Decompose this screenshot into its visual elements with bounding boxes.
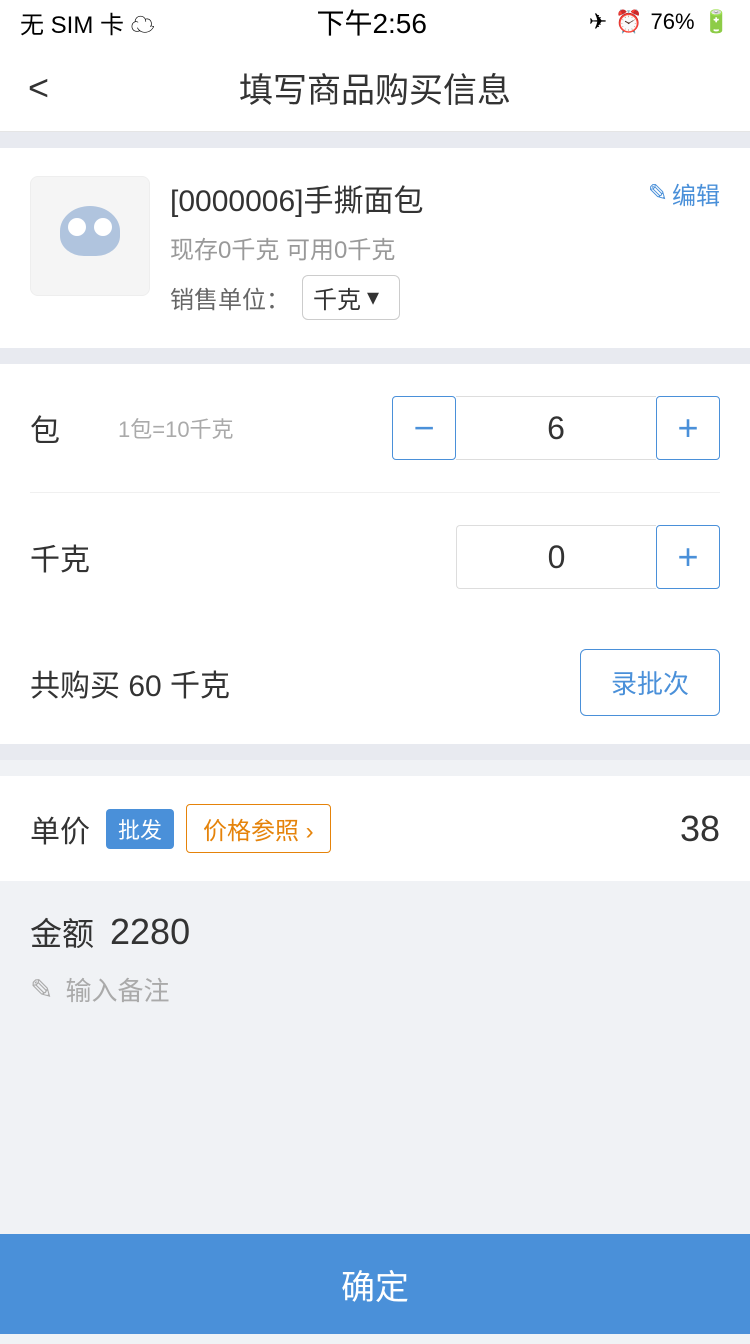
- back-icon: <: [28, 67, 49, 108]
- alarm-icon: ⏰: [615, 9, 642, 35]
- amount-section: 金额 2280 ✎ 输入备注: [0, 881, 750, 1024]
- remark-row[interactable]: ✎ 输入备注: [30, 971, 720, 1008]
- bag-label: 包: [30, 406, 110, 450]
- unit-label: 销售单位：: [170, 280, 290, 315]
- chevron-down-icon: ▾: [367, 283, 379, 312]
- kg-label: 千克: [30, 535, 110, 579]
- product-thumbnail: [30, 176, 150, 296]
- battery-icon: 🔋: [703, 9, 730, 35]
- status-left: 无 SIM 卡 ☁: [20, 5, 155, 40]
- kg-controls: +: [456, 525, 720, 589]
- bag-minus-button[interactable]: −: [392, 396, 456, 460]
- unit-select[interactable]: 千克 ▾: [302, 275, 400, 320]
- remark-placeholder: 输入备注: [65, 971, 169, 1008]
- amount-value: 2280: [110, 911, 190, 953]
- batch-button[interactable]: 录批次: [580, 649, 720, 716]
- product-name: [0000006]手撕面包: [170, 176, 423, 220]
- status-bar: 无 SIM 卡 ☁ 下午2:56 ✈ ⏰ 76% 🔋: [0, 0, 750, 44]
- product-image: [50, 206, 130, 266]
- amount-row: 金额 2280: [30, 909, 720, 955]
- confirm-bar[interactable]: 确定: [0, 1234, 750, 1334]
- edit-label: 编辑: [672, 176, 720, 211]
- bag-controls: − +: [392, 396, 720, 460]
- quantity-kg-row: 千克 +: [30, 493, 720, 621]
- price-type-tag: 批发: [106, 809, 174, 849]
- quantity-section: 包 1包=10千克 − + 千克 +: [0, 364, 750, 621]
- price-section: 单价 批发 价格参照 › 38: [0, 776, 750, 881]
- edit-button[interactable]: ✎ 编辑: [648, 176, 720, 211]
- location-icon: ✈: [589, 9, 607, 35]
- product-info: [0000006]手撕面包 ✎ 编辑 现存0千克 可用0千克 销售单位： 千克 …: [170, 176, 720, 320]
- nav-bar: < 填写商品购买信息: [0, 44, 750, 132]
- total-row: 共购买 60 千克 录批次: [0, 621, 750, 744]
- owl-logo-icon: [60, 206, 120, 256]
- total-text: 共购买 60 千克: [30, 661, 230, 705]
- bag-hint: 1包=10千克: [118, 412, 392, 444]
- sim-status: 无 SIM 卡 ☁: [20, 5, 155, 40]
- status-time: 下午2:56: [316, 2, 427, 42]
- pencil-icon: ✎: [30, 973, 53, 1006]
- product-stock: 现存0千克 可用0千克: [170, 230, 720, 265]
- price-reference-button[interactable]: 价格参照 ›: [186, 804, 331, 853]
- battery-level: 76%: [651, 9, 695, 35]
- back-button[interactable]: <: [28, 67, 49, 109]
- top-divider: [0, 132, 750, 148]
- product-card: [0000006]手撕面包 ✎ 编辑 现存0千克 可用0千克 销售单位： 千克 …: [0, 148, 750, 348]
- mid-divider-1: [0, 348, 750, 364]
- unit-value: 千克: [313, 280, 361, 315]
- mid-divider-2: [0, 744, 750, 760]
- bag-plus-button[interactable]: +: [656, 396, 720, 460]
- amount-label: 金额: [30, 909, 94, 955]
- page-title: 填写商品购买信息: [239, 63, 511, 112]
- price-value: 38: [680, 808, 720, 850]
- kg-quantity-input[interactable]: [456, 525, 656, 589]
- quantity-bag-row: 包 1包=10千克 − +: [30, 364, 720, 493]
- kg-plus-button[interactable]: +: [656, 525, 720, 589]
- price-ref-label: 价格参照 ›: [203, 811, 314, 846]
- product-unit-row: 销售单位： 千克 ▾: [170, 275, 720, 320]
- confirm-button-label: 确定: [341, 1260, 409, 1309]
- edit-icon: ✎: [648, 179, 668, 208]
- price-label: 单价: [30, 807, 90, 851]
- bag-quantity-input[interactable]: [456, 396, 656, 460]
- status-right: ✈ ⏰ 76% 🔋: [589, 9, 730, 35]
